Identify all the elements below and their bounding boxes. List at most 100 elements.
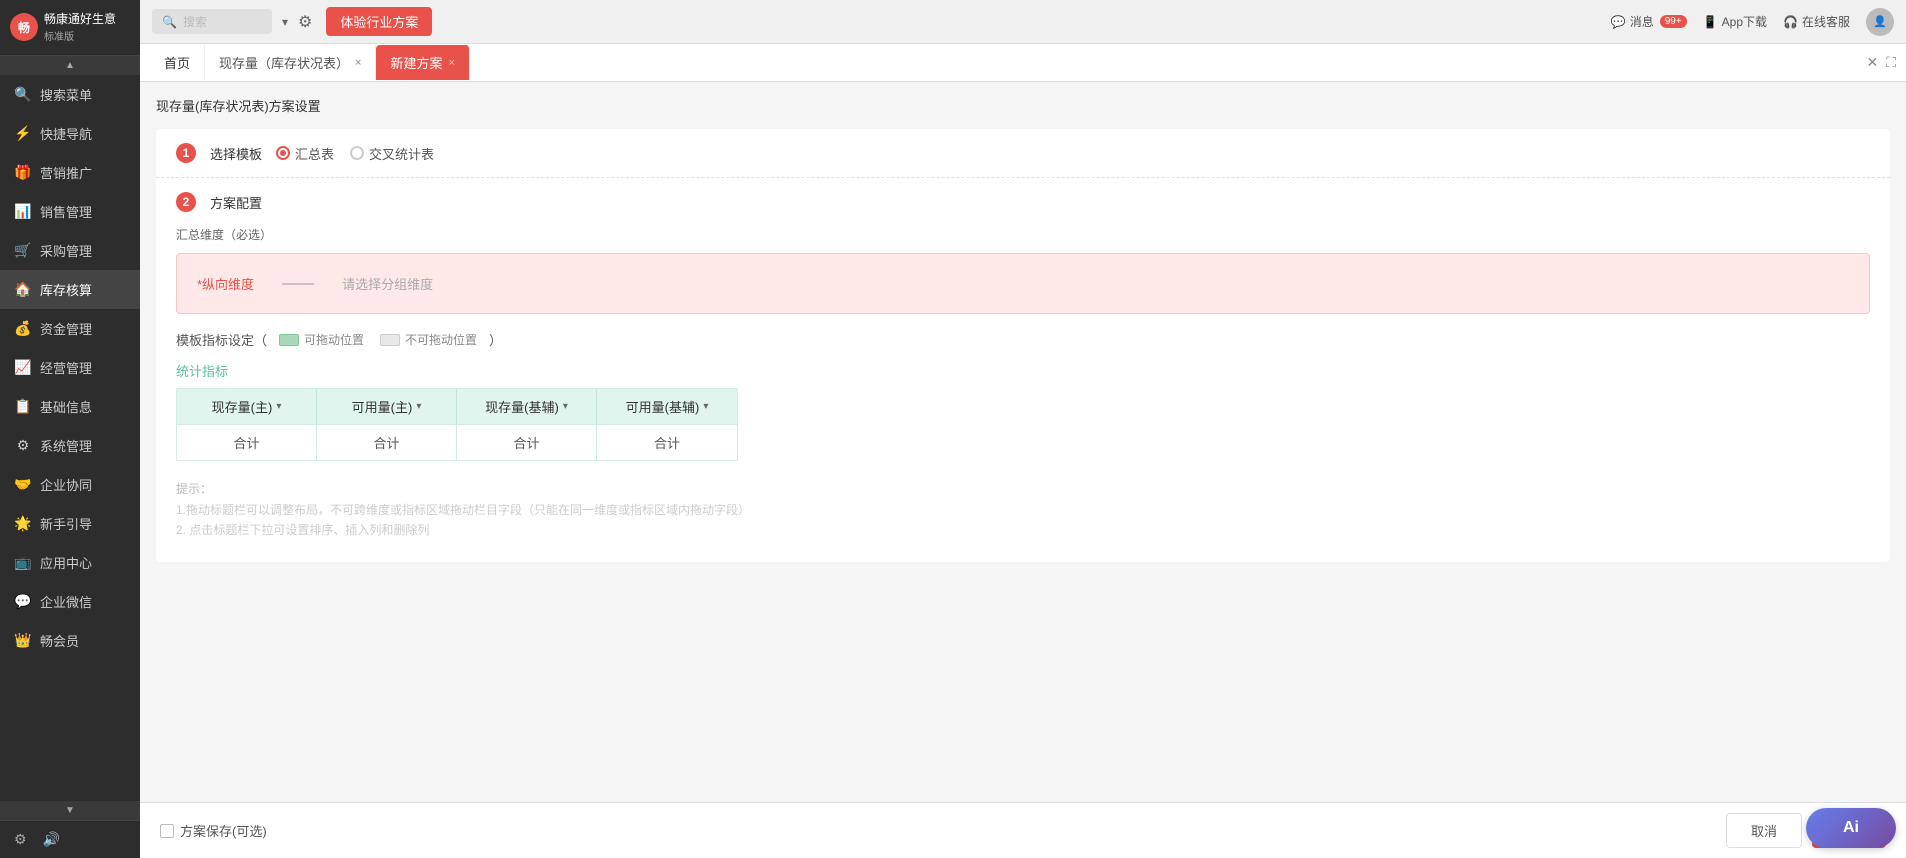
cell-0-3: 合计 [597,425,737,460]
col-header-1[interactable]: 可用量(主) ▾ [317,389,457,424]
sidebar-item-operations[interactable]: 📈 经营管理 [0,348,140,387]
trial-btn[interactable]: 体验行业方案 [326,7,432,36]
sidebar-item-quicknav[interactable]: ⚡ 快捷导航 [0,114,140,153]
save-label: 方案保存(可选) [180,821,267,840]
quicknav-icon: ⚡ [14,124,32,142]
sidebar-item-appcenter[interactable]: 📺 应用中心 [0,543,140,582]
messages-item[interactable]: 💬 消息 99+ [1611,13,1687,30]
dimension-placeholder[interactable]: 请选择分组维度 [342,274,433,293]
col-header-3[interactable]: 可用量(基辅) ▾ [597,389,737,424]
non-draggable-legend: 不可拖动位置 [380,331,477,348]
tab-home[interactable]: 首页 [150,45,205,80]
sidebar-logo: 畅 畅康通好生意 标准版 [0,0,140,56]
sidebar-item-member[interactable]: 👑 畅会员 [0,621,140,660]
col-header-0[interactable]: 现存量(主) ▾ [177,389,317,424]
radio-summary[interactable]: 汇总表 [276,144,334,163]
sidebar-item-wechat[interactable]: 💬 企业微信 [0,582,140,621]
step2-row: 2 方案配置 [176,192,1870,226]
tips-section: 提示： 1.拖动标题栏可以调整布局，不可跨维度或指标区域拖动栏目字段（只能在同一… [176,480,1870,538]
search-menu-icon: 🔍 [14,85,32,103]
tips-item-1: 2. 点击标题栏下拉可设置排序、插入列和删除列 [176,521,1870,538]
save-checkbox[interactable] [160,824,174,838]
tab-expand-icon[interactable]: ⛶ [1886,54,1896,71]
indicator-settings: 模板指标设定（ 可拖动位置 不可拖动位置 ） [176,330,1870,349]
sidebar-item-label: 经营管理 [40,358,92,377]
message-icon: 💬 [1611,15,1626,29]
col-1-chevron: ▾ [416,401,421,412]
tab-inventory-label: 现存量（库存状况表） [219,53,349,72]
radio-cross[interactable]: 交叉统计表 [350,144,434,163]
tab-new-scheme-close[interactable]: × [448,57,454,69]
customer-service-label: 在线客服 [1802,13,1850,30]
col-header-2[interactable]: 现存量(基辅) ▾ [457,389,597,424]
page-content: 现存量(库存状况表)方案设置 1 选择模板 汇总表 交叉统计表 [140,82,1906,802]
tab-inventory-close[interactable]: × [355,57,361,69]
sidebar-item-system[interactable]: ⚙ 系统管理 [0,426,140,465]
sidebar-scroll-down[interactable]: ▼ [0,801,140,820]
step1-row: 1 选择模板 汇总表 交叉统计表 [156,129,1890,178]
sidebar-item-label: 营销推广 [40,163,92,182]
stats-table-header: 现存量(主) ▾ 可用量(主) ▾ 现存量(基辅) ▾ [177,389,737,424]
speaker-icon[interactable]: 🔊 [43,831,60,848]
purchase-icon: 🛒 [14,241,32,259]
save-option[interactable]: 方案保存(可选) [160,821,267,840]
sidebar-item-newguide[interactable]: 🌟 新手引导 [0,504,140,543]
indicator-settings-suffix: ） [489,330,502,349]
member-icon: 👑 [14,631,32,649]
sidebar-item-sales[interactable]: 📊 销售管理 [0,192,140,231]
phone-icon: 📱 [1703,15,1718,29]
col-header-1-label: 可用量(主) [352,397,413,416]
draggable-label: 可拖动位置 [304,331,364,348]
sidebar-item-label: 采购管理 [40,241,92,260]
sidebar-item-basics[interactable]: 📋 基础信息 [0,387,140,426]
messages-label: 消息 [1630,13,1654,30]
cell-0-2: 合计 [457,425,597,460]
topbar-dropdown-icon[interactable]: ▾ [282,15,288,29]
topbar-gear-icon[interactable]: ⚙ [298,12,312,32]
settings-icon[interactable]: ⚙ [14,831,27,848]
sidebar-item-inventory[interactable]: 🏠 库存核算 [0,270,140,309]
sidebar-item-finance[interactable]: 💰 资金管理 [0,309,140,348]
user-avatar[interactable]: 👤 [1866,8,1894,36]
sidebar-item-enterprise[interactable]: 🤝 企业协同 [0,465,140,504]
indicator-legend: 可拖动位置 不可拖动位置 [279,331,477,348]
sidebar-item-search[interactable]: 🔍 搜索菜单 [0,75,140,114]
tab-inventory[interactable]: 现存量（库存状况表） × [205,45,376,80]
col-2-chevron: ▾ [563,401,568,412]
indicator-settings-label: 模板指标设定（ [176,330,267,349]
sidebar-bottom: ⚙ 🔊 [0,820,140,858]
stats-table-row-0: 合计 合计 合计 合计 [177,424,737,460]
step2-label: 方案配置 [210,193,262,212]
cell-0-1: 合计 [317,425,457,460]
sidebar-item-marketing[interactable]: 🎁 营销推广 [0,153,140,192]
sidebar-nav: 🔍 搜索菜单 ⚡ 快捷导航 🎁 营销推广 📊 销售管理 🛒 采购管理 🏠 库存核… [0,75,140,801]
cancel-button[interactable]: 取消 [1726,813,1802,848]
operations-icon: 📈 [14,358,32,376]
sidebar-item-label: 新手引导 [40,514,92,533]
sidebar-item-label: 系统管理 [40,436,92,455]
ai-bubble[interactable]: Ai [1806,808,1896,848]
app-name: 畅康通好生意 标准版 [44,12,116,43]
sidebar-item-label: 资金管理 [40,319,92,338]
step2-badge: 2 [176,192,196,212]
sidebar-scroll-up[interactable]: ▲ [0,56,140,75]
tab-new-scheme[interactable]: 新建方案 × [376,45,469,80]
customer-service-item[interactable]: 🎧 在线客服 [1783,13,1850,30]
non-draggable-box [380,334,400,346]
app-download-item[interactable]: 📱 App下载 [1703,13,1767,30]
search-text: 搜索 [183,13,207,30]
search-icon: 🔍 [162,15,177,29]
settings-card: 1 选择模板 汇总表 交叉统计表 2 方案配置 [156,129,1890,562]
step1-label: 选择模板 [210,144,262,163]
tips-item-0: 1.拖动标题栏可以调整布局，不可跨维度或指标区域拖动栏目字段（只能在同一维度或指… [176,501,1870,518]
footer-bar: 方案保存(可选) 取消 查询 [140,802,1906,858]
sidebar-item-label: 库存核算 [40,280,92,299]
tab-close-all-icon[interactable]: ✕ [1866,54,1878,71]
tabbar-actions: ✕ ⛶ [1866,54,1896,71]
dimension-label: 汇总维度（必选） [176,226,1870,243]
col-header-2-label: 现存量(基辅) [485,397,559,416]
tab-new-scheme-label: 新建方案 [390,53,442,72]
topbar-search[interactable]: 🔍 搜索 [152,9,272,34]
main-content: 🔍 搜索 ▾ ⚙ 体验行业方案 💬 消息 99+ 📱 App下载 🎧 在线客服 … [140,0,1906,858]
sidebar-item-purchase[interactable]: 🛒 采购管理 [0,231,140,270]
